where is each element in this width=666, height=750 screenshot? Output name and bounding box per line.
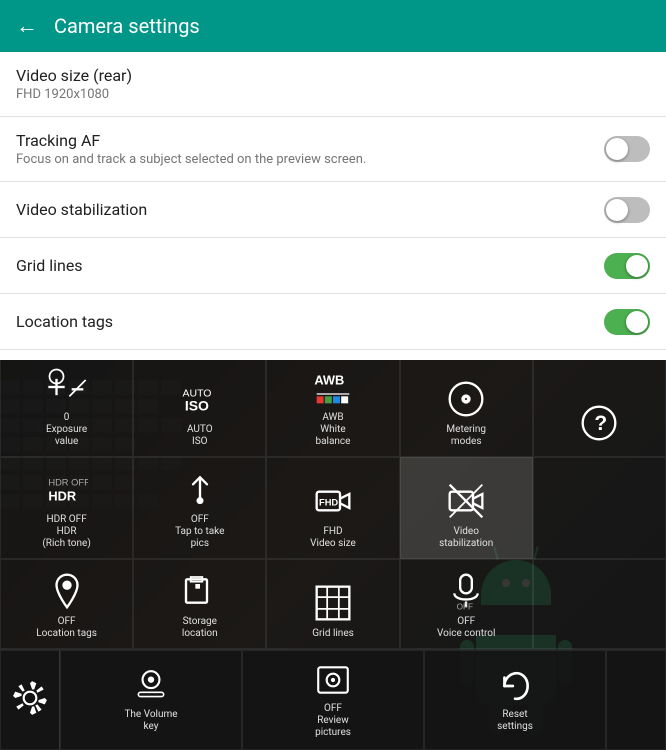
grid-lines-icon-icon: [312, 582, 354, 624]
hdr-label: HDR OFF HDR (Rich tone): [42, 514, 90, 550]
page-title: Camera settings: [54, 14, 200, 38]
video-stab-icon-icon: [445, 480, 487, 522]
setting-item-video-size: Video size (rear) FHD 1920x1080: [0, 52, 666, 117]
video-stab-icon-label: Video stabilization: [439, 526, 493, 550]
storage-location-icon: [179, 570, 221, 612]
review-pictures-icon-icon: [314, 661, 352, 699]
icon-cell-exposure[interactable]: 0 Exposure value: [0, 360, 133, 457]
setting-label-tracking-af: Tracking AF: [16, 131, 604, 150]
settings-gear-icon: [11, 679, 49, 717]
bottom-cell-reset-settings[interactable]: Reset settings: [424, 650, 606, 750]
volume-key-icon: [132, 667, 170, 705]
icon-cell-hdr[interactable]: HDR OFF HDR HDR OFF HDR (Rich tone): [0, 457, 133, 559]
setting-label-video-size: Video size (rear): [16, 66, 650, 85]
metering-modes-label: Metering modes: [446, 424, 486, 448]
svg-text:HDR: HDR: [48, 489, 76, 504]
svg-text:ISO: ISO: [185, 398, 209, 414]
toggle-video-stabilization[interactable]: [604, 197, 650, 223]
back-button[interactable]: ←: [16, 13, 38, 39]
svg-text:HDR OFF: HDR OFF: [48, 478, 88, 488]
white-balance-icon: AWB: [312, 366, 354, 408]
reset-settings-label: Reset settings: [497, 709, 533, 733]
toggle-tracking-af[interactable]: [604, 136, 650, 162]
empty2-icon: [578, 594, 620, 636]
setting-item-location-tags[interactable]: Location tags: [0, 294, 666, 350]
overlay-panel: 0 Exposure value AUTO ISO AUTO ISO AWB A…: [0, 360, 666, 750]
icon-cell-empty2: [533, 559, 666, 649]
toggle-location-tags[interactable]: [604, 309, 650, 335]
iso-icon: AUTO ISO: [179, 378, 221, 420]
icon-cell-location-tags-icon[interactable]: OFF Location tags: [0, 559, 133, 649]
exposure-label: 0 Exposure value: [46, 412, 87, 448]
setting-sublabel-video-size: FHD 1920x1080: [16, 87, 650, 102]
voice-control-icon: OFF: [445, 570, 487, 612]
icon-cell-video-size-icon[interactable]: FHD FHD Video size: [266, 457, 399, 559]
bottom-cell-review-pictures-icon[interactable]: OFF Review pictures: [242, 650, 424, 750]
icon-cell-grid-lines-icon[interactable]: Grid lines: [266, 559, 399, 649]
setting-item-grid-lines[interactable]: Grid lines: [0, 238, 666, 294]
icon-cell-empty1: [533, 457, 666, 559]
camera-background: phoneArena 0 Exposure value AUTO ISO AUT…: [0, 360, 666, 750]
setting-label-grid-lines: Grid lines: [16, 256, 604, 275]
setting-item-video-stabilization[interactable]: Video stabilization: [0, 182, 666, 238]
exposure-icon: [46, 366, 88, 408]
svg-text:FHD: FHD: [319, 498, 338, 508]
tap-to-take-label: OFF Tap to take pics: [175, 514, 224, 550]
top-bar: ← Camera settings: [0, 0, 666, 52]
empty3-icon: [617, 679, 655, 717]
setting-label-location-tags: Location tags: [16, 312, 604, 331]
video-size-icon-icon: FHD: [312, 480, 354, 522]
metering-modes-icon: [445, 378, 487, 420]
reset-settings-icon: [496, 667, 534, 705]
location-tags-icon-icon: [46, 570, 88, 612]
hdr-icon: HDR OFF HDR: [46, 468, 88, 510]
help-icon: ?: [578, 402, 620, 444]
bottom-row: The Volume key OFF Review pictures Reset…: [0, 649, 666, 750]
tap-to-take-icon: [179, 468, 221, 510]
icon-grid: 0 Exposure value AUTO ISO AUTO ISO AWB A…: [0, 360, 666, 649]
icon-cell-white-balance[interactable]: AWB AWB White balance: [266, 360, 399, 457]
svg-text:?: ?: [595, 412, 608, 435]
icon-cell-voice-control[interactable]: OFF OFF Voice control: [400, 559, 533, 649]
icon-cell-video-stab-icon[interactable]: Video stabilization: [400, 457, 533, 559]
review-pictures-icon-label: OFF Review pictures: [315, 703, 351, 739]
icon-cell-iso[interactable]: AUTO ISO AUTO ISO: [133, 360, 266, 457]
icon-cell-storage-location[interactable]: Storage location: [133, 559, 266, 649]
storage-location-label: Storage location: [182, 616, 218, 640]
bottom-cell-volume-key[interactable]: The Volume key: [60, 650, 242, 750]
iso-label: AUTO ISO: [187, 424, 213, 448]
video-size-icon-label: FHD Video size: [310, 526, 356, 550]
grid-lines-icon-label: Grid lines: [312, 628, 354, 640]
volume-key-label: The Volume key: [124, 709, 177, 733]
bottom-cell-empty3: [606, 650, 666, 750]
empty1-icon: [578, 504, 620, 546]
svg-text:AWB: AWB: [314, 373, 344, 388]
location-tags-icon-label: OFF Location tags: [36, 616, 97, 640]
icon-cell-tap-to-take[interactable]: OFF Tap to take pics: [133, 457, 266, 559]
setting-label-video-stabilization: Video stabilization: [16, 200, 604, 219]
bottom-cell-settings-gear[interactable]: [0, 650, 60, 750]
setting-item-tracking-af[interactable]: Tracking AF Focus on and track a subject …: [0, 117, 666, 182]
svg-text:OFF: OFF: [457, 603, 473, 612]
voice-control-label: OFF Voice control: [437, 616, 495, 640]
icon-cell-metering-modes[interactable]: Metering modes: [400, 360, 533, 457]
toggle-grid-lines[interactable]: [604, 253, 650, 279]
white-balance-label: AWB White balance: [315, 412, 350, 448]
icon-cell-help[interactable]: ?: [533, 360, 666, 457]
setting-sublabel-tracking-af: Focus on and track a subject selected on…: [16, 152, 604, 167]
